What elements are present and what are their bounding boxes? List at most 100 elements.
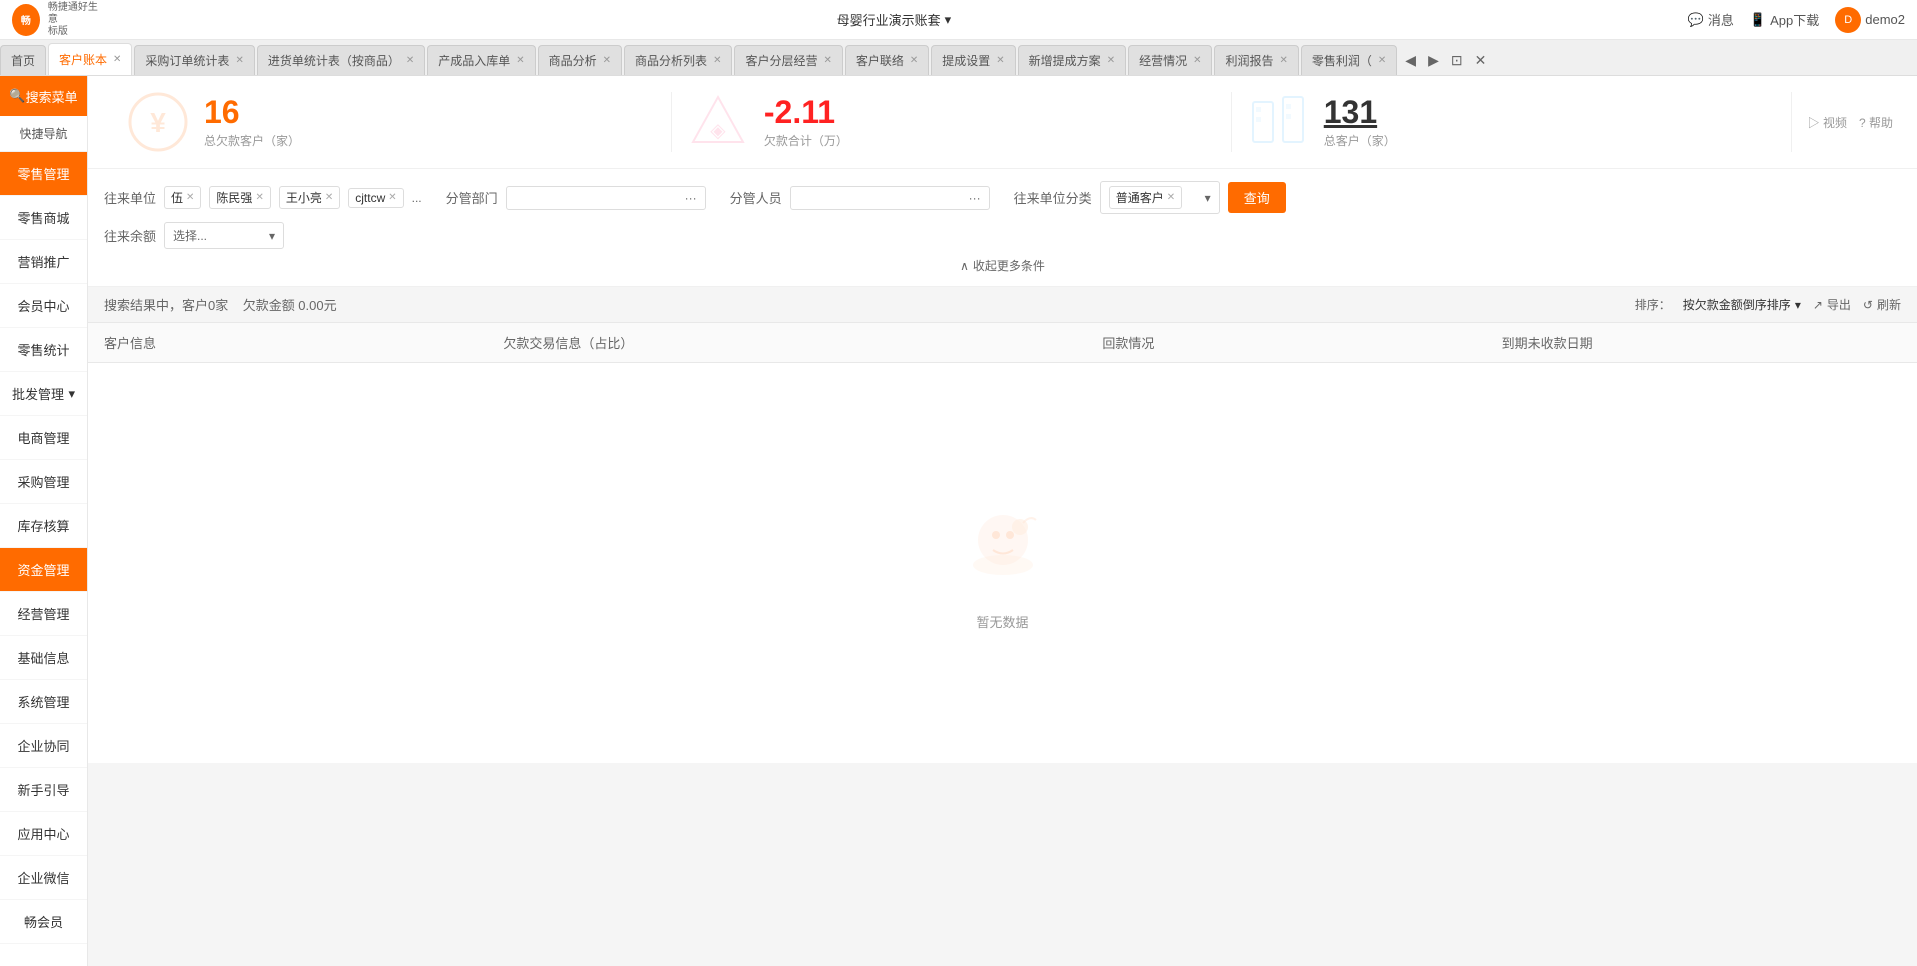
tab-product-analysis[interactable]: 商品分析 ✕ [538, 45, 622, 75]
table-body: 暂无数据 [88, 363, 1917, 763]
stat-icon-debt: ◈ [688, 92, 748, 152]
tag-unit-4[interactable]: cjttcw ✕ [348, 188, 403, 208]
empty-icon [958, 495, 1048, 600]
help-btn[interactable]: ? 帮助 [1859, 114, 1893, 131]
messages-btn[interactable]: 💬 消息 [1688, 10, 1734, 29]
tab-close-profit[interactable]: ✕ [1280, 55, 1288, 66]
tag-close-1[interactable]: ✕ [186, 192, 194, 203]
tab-customer-contact[interactable]: 客户联络 ✕ [845, 45, 929, 75]
tag-close-2[interactable]: ✕ [255, 192, 263, 203]
collapse-icon: ∧ [960, 259, 969, 273]
sidebar-item-basic-info[interactable]: 基础信息 [0, 636, 87, 680]
tab-close-import[interactable]: ✕ [406, 55, 414, 66]
result-bar-left: 搜索结果中，客户0家 欠款金额 0.00元 [104, 295, 337, 314]
tab-home[interactable]: 首页 [0, 45, 46, 75]
sidebar-item-finance[interactable]: 资金管理 [0, 548, 87, 592]
tag-unit-1[interactable]: 伍 ✕ [164, 186, 201, 209]
company-selector[interactable]: 母婴行业演示账套 ▾ [837, 10, 952, 29]
logo-text: 畅捷通好生意 标版 [48, 2, 100, 38]
app-download-btn[interactable]: 📱 App下载 [1750, 10, 1819, 29]
person-select[interactable]: ··· [790, 186, 990, 210]
collapse-btn[interactable]: ∧ 收起更多条件 [960, 257, 1045, 274]
balance-select[interactable]: 选择... ▾ [164, 222, 284, 249]
sidebar-item-operation[interactable]: 经营管理 [0, 592, 87, 636]
tab-close-retail[interactable]: ✕ [1378, 55, 1386, 66]
stat-text-debt: -2.11 欠款合计（万） [764, 96, 848, 149]
sidebar-item-purchase[interactable]: 采购管理 [0, 460, 87, 504]
sidebar-item-marketing[interactable]: 营销推广 [0, 240, 87, 284]
tag-close-3[interactable]: ✕ [325, 192, 333, 203]
tab-purchase-order[interactable]: 采购订单统计表 ✕ [134, 45, 254, 75]
export-btn[interactable]: ↗ 导出 [1813, 296, 1851, 313]
tab-close-operation[interactable]: ✕ [1193, 55, 1201, 66]
refresh-btn[interactable]: ↺ 刷新 [1863, 296, 1901, 313]
tab-close-tips[interactable]: ✕ [996, 55, 1004, 66]
tag-more-btn[interactable]: ... [412, 191, 422, 205]
tab-product-analysis-list[interactable]: 商品分析列表 ✕ [624, 45, 732, 75]
chevron-right-icon: ▾ [68, 386, 75, 402]
unit-class-select[interactable]: 普通客户 ✕ ▾ [1100, 181, 1220, 214]
stats-banner-actions: ▷ 视频 ? 帮助 [1792, 114, 1893, 131]
tag-unit-2[interactable]: 陈民强 ✕ [209, 186, 270, 209]
refresh-icon: ↺ [1863, 298, 1873, 312]
tab-close-new-tips[interactable]: ✕ [1107, 55, 1115, 66]
tab-retail-profit[interactable]: 零售利润（ ✕ [1301, 45, 1397, 75]
query-button[interactable]: 查询 [1228, 182, 1286, 213]
tag-close-4[interactable]: ✕ [388, 192, 396, 203]
tab-expand-btn[interactable]: ⊡ [1445, 45, 1469, 75]
tab-customers[interactable]: 客户账本 ✕ [48, 43, 132, 75]
content-area: ¥ 16 总欠款客户（家） ◈ -2.11 欠款合计（万） [88, 76, 1917, 966]
col-payment-status: 回款情况 [1102, 333, 1501, 352]
tag-unit-3[interactable]: 王小亮 ✕ [279, 186, 340, 209]
dept-select[interactable]: ··· [506, 186, 706, 210]
tab-customer-segment[interactable]: 客户分层经营 ✕ [734, 45, 842, 75]
tab-close-contact[interactable]: ✕ [910, 55, 918, 66]
tab-operation-status[interactable]: 经营情况 ✕ [1128, 45, 1212, 75]
sidebar-item-enterprise-wechat[interactable]: 企业微信 [0, 856, 87, 900]
unit-class-arrow: ▾ [1205, 191, 1211, 205]
sidebar-item-retail-mall[interactable]: 零售商城 [0, 196, 87, 240]
tab-bar: 首页 客户账本 ✕ 采购订单统计表 ✕ 进货单统计表（按商品） ✕ 产成品入库单… [0, 40, 1917, 76]
sidebar-item-inventory[interactable]: 库存核算 [0, 504, 87, 548]
sort-select[interactable]: 按欠款金额倒序排序 ▾ [1683, 296, 1801, 313]
sidebar-item-retail-stats[interactable]: 零售统计 [0, 328, 87, 372]
filter-area: 往来单位 伍 ✕ 陈民强 ✕ 王小亮 ✕ cjttcw ✕ ... [88, 169, 1917, 287]
stat-item-customers: ¥ 16 总欠款客户（家） [112, 92, 672, 152]
user-profile[interactable]: D demo2 [1835, 7, 1905, 33]
tab-new-tips-plan[interactable]: 新增提成方案 ✕ [1018, 45, 1126, 75]
tab-next-btn[interactable]: ▶ [1422, 45, 1445, 75]
sidebar-item-member[interactable]: 会员中心 [0, 284, 87, 328]
tab-close-product-list[interactable]: ✕ [713, 55, 721, 66]
stat-text-customers: 16 总欠款客户（家） [204, 96, 300, 149]
tab-close-cost[interactable]: ✕ [516, 55, 524, 66]
tab-cost-entry[interactable]: 产成品入库单 ✕ [427, 45, 535, 75]
tab-prev-btn[interactable]: ◀ [1399, 45, 1422, 75]
sidebar-item-new-guide[interactable]: 新手引导 [0, 768, 87, 812]
tab-close-segment[interactable]: ✕ [823, 55, 831, 66]
stat-value-total: 131 [1324, 96, 1396, 128]
sidebar-search[interactable]: 🔍 搜索菜单 [0, 76, 87, 116]
sidebar-item-enterprise-collab[interactable]: 企业协同 [0, 724, 87, 768]
tab-import-stats[interactable]: 进货单统计表（按商品） ✕ [257, 45, 425, 75]
video-btn[interactable]: ▷ 视频 [1808, 114, 1847, 131]
tab-close-all-btn[interactable]: ✕ [1469, 45, 1493, 75]
chevron-down-icon: ▾ [945, 12, 952, 28]
tag-unit-class[interactable]: 普通客户 ✕ [1109, 186, 1182, 209]
stats-banner: ¥ 16 总欠款客户（家） ◈ -2.11 欠款合计（万） [88, 76, 1917, 169]
sidebar-item-app-center[interactable]: 应用中心 [0, 812, 87, 856]
tab-close-customers[interactable]: ✕ [113, 54, 121, 65]
stat-icon-customers: ¥ [128, 92, 188, 152]
sidebar-item-system[interactable]: 系统管理 [0, 680, 87, 724]
tag-close-class[interactable]: ✕ [1167, 192, 1175, 203]
sidebar-item-chang-member[interactable]: 畅会员 [0, 900, 87, 944]
tab-tip-settings[interactable]: 提成设置 ✕ [931, 45, 1015, 75]
tab-close-product[interactable]: ✕ [603, 55, 611, 66]
tab-close-purchase[interactable]: ✕ [235, 55, 243, 66]
sidebar-quick-nav[interactable]: 快捷导航 [0, 116, 87, 152]
sidebar-item-wholesale[interactable]: 批发管理 ▾ [0, 372, 87, 416]
tab-profit-report[interactable]: 利润报告 ✕ [1214, 45, 1298, 75]
sidebar-item-retail-mgmt[interactable]: 零售管理 [0, 152, 87, 196]
sidebar: 🔍 搜索菜单 快捷导航 零售管理 零售商城 营销推广 会员中心 零售统计 批发管… [0, 76, 88, 966]
top-header: 畅 畅捷通好生意 标版 母婴行业演示账套 ▾ 💬 消息 📱 App下载 D de… [0, 0, 1917, 40]
sidebar-item-ecommerce[interactable]: 电商管理 [0, 416, 87, 460]
